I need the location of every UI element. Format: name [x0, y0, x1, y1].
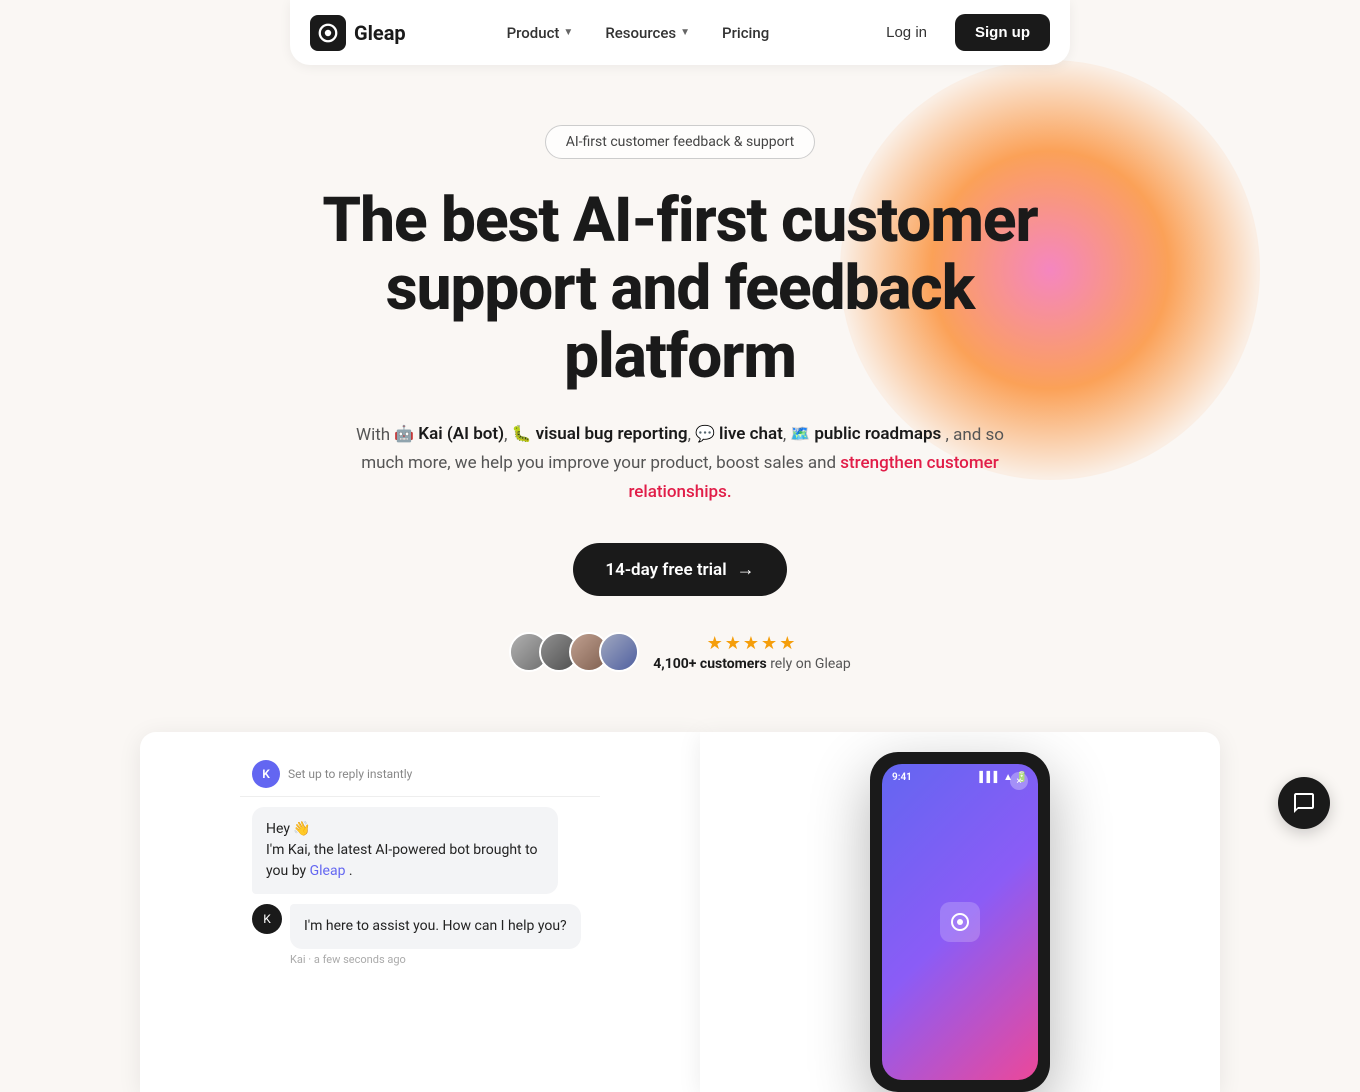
phone-close-button[interactable]: × [1010, 772, 1028, 790]
feature-roadmap: 🗺️ public roadmaps [790, 420, 941, 449]
nav-pricing[interactable]: Pricing [708, 16, 783, 50]
avatar-group [509, 632, 639, 672]
nav-resources[interactable]: Resources ▼ [591, 16, 704, 50]
chat-icon: 💬 [695, 420, 715, 447]
chat-agent-avatar: K [252, 760, 280, 788]
customer-count: 4,100+ customers rely on Gleap [653, 656, 851, 672]
avatar-4 [599, 632, 639, 672]
feature-chat: 💬 live chat [695, 420, 783, 449]
chat-bubble-2-text: I'm here to assist you. How can I help y… [290, 904, 581, 949]
hero-section: AI-first customer feedback & support The… [0, 65, 1360, 712]
brand-name: Gleap [354, 21, 406, 45]
star-rating: ★★★★★ [653, 633, 851, 654]
kai-avatar: K [252, 904, 282, 934]
chat-mockup: K Set up to reply instantly Hey 👋 I'm Ka… [240, 752, 600, 972]
phone-app-logo [940, 902, 980, 942]
logo-link[interactable]: Gleap [310, 15, 406, 51]
trial-button[interactable]: 14-day free trial → [573, 543, 786, 596]
roadmap-icon: 🗺️ [790, 420, 810, 447]
gleap-link[interactable]: Gleap [310, 863, 346, 879]
feature-kai: 🤖 Kai (AI bot) [394, 420, 504, 449]
screenshots-section: K Set up to reply instantly Hey 👋 I'm Ka… [0, 732, 1360, 1092]
phone-screenshot: 9:41 ▌▌▌ ▲ 🔋 × [700, 732, 1220, 1092]
chat-bubble-2: K I'm here to assist you. How can I help… [252, 904, 588, 966]
signup-button[interactable]: Sign up [955, 14, 1050, 51]
chat-header: K Set up to reply instantly [240, 752, 600, 797]
chat-timestamp: Kai · a few seconds ago [290, 953, 581, 966]
nav-product[interactable]: Product ▼ [493, 16, 588, 50]
phone-logo-svg [948, 910, 972, 934]
feature-bug: 🐛 visual bug reporting [512, 420, 688, 449]
rating-block: ★★★★★ 4,100+ customers rely on Gleap [653, 633, 851, 672]
hero-badge: AI-first customer feedback & support [545, 125, 816, 159]
social-proof: ★★★★★ 4,100+ customers rely on Gleap [20, 632, 1340, 672]
phone-time: 9:41 [892, 772, 912, 783]
phone-mockup: 9:41 ▌▌▌ ▲ 🔋 × [870, 752, 1050, 1092]
product-chevron-icon: ▼ [563, 27, 573, 38]
hero-subtitle: With 🤖 Kai (AI bot) , 🐛 visual bug repor… [340, 420, 1020, 508]
navbar: Gleap Product ▼ Resources ▼ Pricing Log … [290, 0, 1070, 65]
resources-chevron-icon: ▼ [680, 27, 690, 38]
gleap-logo-svg [317, 22, 339, 44]
bug-icon: 🐛 [512, 420, 532, 447]
phone-screen: 9:41 ▌▌▌ ▲ 🔋 × [882, 764, 1038, 1080]
chat-widget-icon [1292, 791, 1316, 815]
logo-icon [310, 15, 346, 51]
phone-status-bar: 9:41 ▌▌▌ ▲ 🔋 [892, 772, 1028, 783]
nav-actions: Log in Sign up [870, 14, 1050, 51]
kai-icon: 🤖 [394, 420, 414, 447]
chat-bubble-1: Hey 👋 I'm Kai, the latest AI-powered bot… [252, 807, 558, 894]
login-button[interactable]: Log in [870, 16, 943, 49]
chat-screenshot: K Set up to reply instantly Hey 👋 I'm Ka… [140, 732, 700, 1092]
nav-links: Product ▼ Resources ▼ Pricing [493, 16, 784, 50]
chat-widget-button[interactable] [1278, 777, 1330, 829]
arrow-icon: → [737, 559, 755, 580]
hero-title: The best AI-first customer support and f… [280, 187, 1080, 392]
